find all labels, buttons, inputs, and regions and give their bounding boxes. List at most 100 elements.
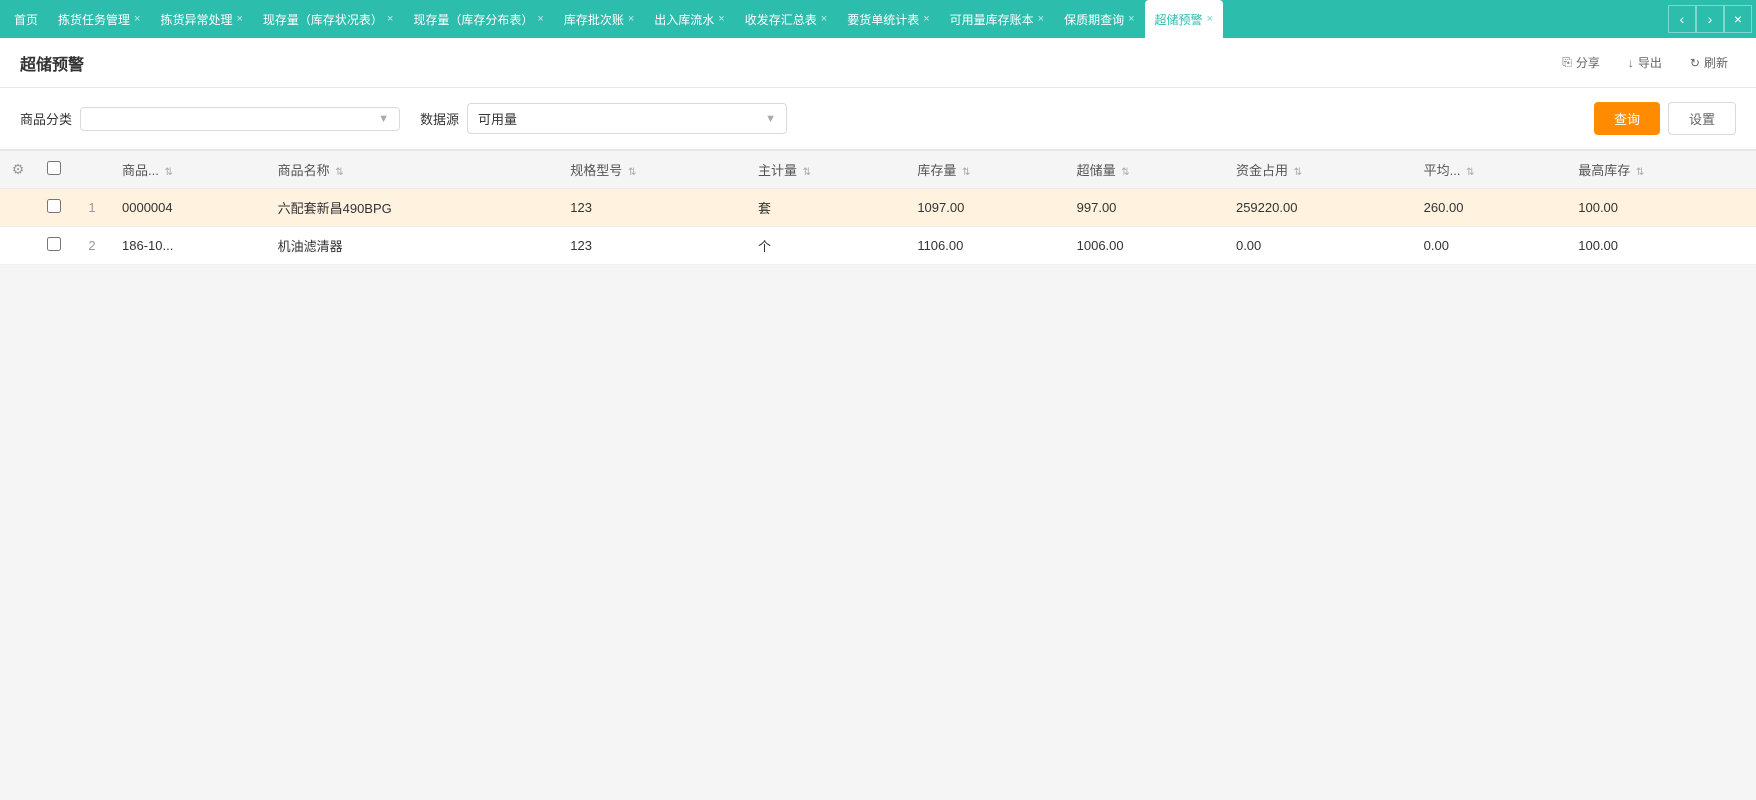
nav-item-collect-summary[interactable]: 收发存汇总表 × (735, 0, 837, 38)
top-nav: 首页 拣货任务管理 × 拣货异常处理 × 现存量（库存状况表） × 现存量（库存… (0, 0, 1756, 38)
row-checkbox-0 (36, 189, 72, 227)
table-header-row: ⚙ 商品... ⇅ 商品名称 ⇅ 规格型号 ⇅ (0, 151, 1756, 189)
filter-area: 商品分类 ▼ 数据源 可用量 ▼ 查询 设置 (0, 88, 1756, 150)
col-header-stock-qty[interactable]: 库存量 ⇅ (907, 151, 1066, 189)
settings-button[interactable]: 设置 (1668, 102, 1736, 135)
row-max-stock-1: 100.00 (1568, 227, 1756, 265)
page-header: 超储预警 ⎘ 分享 ↓ 导出 ↻ 刷新 (0, 38, 1756, 88)
datasource-select[interactable]: 可用量 ▼ (467, 103, 787, 134)
datasource-value: 可用量 (478, 109, 517, 128)
header-actions: ⎘ 分享 ↓ 导出 ↻ 刷新 (1554, 50, 1736, 75)
col-header-sku-name[interactable]: 商品名称 ⇅ (268, 151, 561, 189)
nav-close-inventory-dist[interactable]: × (537, 13, 543, 25)
col-header-avg-price[interactable]: 平均... ⇅ (1414, 151, 1569, 189)
nav-close-task-mgmt[interactable]: × (134, 13, 140, 25)
row-sku-code-0: 0000004 (112, 189, 268, 227)
nav-close-all-button[interactable]: × (1724, 5, 1752, 33)
sort-icon-max-stock: ⇅ (1636, 167, 1644, 178)
col-header-max-stock[interactable]: 最高库存 ⇅ (1568, 151, 1756, 189)
share-icon: ⎘ (1562, 55, 1572, 70)
data-table: ⚙ 商品... ⇅ 商品名称 ⇅ 规格型号 ⇅ (0, 150, 1756, 265)
nav-close-quality-check[interactable]: × (1128, 13, 1134, 25)
row-select-1[interactable] (47, 237, 61, 251)
nav-item-available-account[interactable]: 可用量库存账本 × (940, 0, 1054, 38)
table-area: ⚙ 商品... ⇅ 商品名称 ⇅ 规格型号 ⇅ (0, 150, 1756, 265)
row-sku-name-1: 机油滤清器 (268, 227, 561, 265)
nav-close-collect-summary[interactable]: × (821, 13, 827, 25)
nav-item-batch-account[interactable]: 库存批次账 × (554, 0, 644, 38)
sort-icon-avg-price: ⇅ (1466, 167, 1474, 178)
row-unit-1: 个 (748, 227, 907, 265)
nav-arrows: ‹ › × (1668, 5, 1752, 33)
nav-item-home[interactable]: 首页 (4, 0, 48, 38)
nav-item-task-mgmt[interactable]: 拣货任务管理 × (48, 0, 150, 38)
sort-icon-overstock-qty: ⇅ (1121, 167, 1129, 178)
refresh-button[interactable]: ↻ 刷新 (1682, 50, 1736, 75)
select-all-checkbox[interactable] (47, 161, 61, 175)
sort-icon-sku-code: ⇅ (164, 167, 172, 178)
col-header-spec[interactable]: 规格型号 ⇅ (560, 151, 748, 189)
row-index-0: 1 (72, 189, 112, 227)
nav-item-overstock-warning[interactable]: 超储预警 × (1145, 0, 1223, 38)
query-button[interactable]: 查询 (1594, 102, 1660, 135)
row-index-1: 2 (72, 227, 112, 265)
nav-next-button[interactable]: › (1696, 5, 1724, 33)
category-select[interactable]: ▼ (80, 107, 400, 131)
category-filter-group: 商品分类 ▼ (20, 107, 400, 131)
table-row: 1 0000004 六配套新昌490BPG 123 套 1097.00 997.… (0, 189, 1756, 227)
row-spec-0: 123 (560, 189, 748, 227)
row-avg-price-1: 0.00 (1414, 227, 1569, 265)
category-dropdown-icon: ▼ (378, 113, 389, 125)
col-header-overstock-qty[interactable]: 超储量 ⇅ (1067, 151, 1226, 189)
sort-icon-stock-qty: ⇅ (962, 167, 970, 178)
row-sku-name-0: 六配套新昌490BPG (268, 189, 561, 227)
datasource-filter-group: 数据源 可用量 ▼ (420, 103, 787, 134)
page-title: 超储预警 (20, 51, 84, 75)
nav-prev-button[interactable]: ‹ (1668, 5, 1696, 33)
nav-item-abnormal[interactable]: 拣货异常处理 × (150, 0, 252, 38)
gear-icon[interactable]: ⚙ (12, 161, 25, 177)
col-header-unit[interactable]: 主计量 ⇅ (748, 151, 907, 189)
export-icon: ↓ (1628, 56, 1634, 70)
datasource-dropdown-icon: ▼ (765, 113, 776, 125)
row-overstock-qty-0: 997.00 (1067, 189, 1226, 227)
col-header-checkbox (36, 151, 72, 189)
nav-close-overstock-warning[interactable]: × (1207, 13, 1213, 25)
sort-icon-unit: ⇅ (803, 167, 811, 178)
nav-item-quality-check[interactable]: 保质期查询 × (1054, 0, 1144, 38)
nav-close-inventory-status[interactable]: × (387, 13, 393, 25)
filter-buttons: 查询 设置 (1594, 102, 1736, 135)
row-max-stock-0: 100.00 (1568, 189, 1756, 227)
row-select-0[interactable] (47, 199, 61, 213)
table-body: 1 0000004 六配套新昌490BPG 123 套 1097.00 997.… (0, 189, 1756, 265)
category-label: 商品分类 (20, 109, 72, 128)
refresh-icon: ↻ (1690, 56, 1700, 70)
nav-item-order-stats[interactable]: 要货单统计表 × (837, 0, 939, 38)
row-capital-0: 259220.00 (1226, 189, 1414, 227)
sort-icon-capital: ⇅ (1294, 167, 1302, 178)
nav-item-inout-flow[interactable]: 出入库流水 × (644, 0, 734, 38)
nav-close-batch-account[interactable]: × (628, 13, 634, 25)
datasource-label: 数据源 (420, 109, 459, 128)
nav-item-inventory-status[interactable]: 现存量（库存状况表） × (253, 0, 403, 38)
nav-close-available-account[interactable]: × (1038, 13, 1044, 25)
row-stock-qty-0: 1097.00 (907, 189, 1066, 227)
col-header-sku-code[interactable]: 商品... ⇅ (112, 151, 268, 189)
row-checkbox-1 (36, 227, 72, 265)
col-header-index (72, 151, 112, 189)
nav-close-order-stats[interactable]: × (923, 13, 929, 25)
nav-close-inout-flow[interactable]: × (718, 13, 724, 25)
sort-icon-sku-name: ⇅ (335, 167, 343, 178)
col-header-gear: ⚙ (0, 151, 36, 189)
row-unit-0: 套 (748, 189, 907, 227)
share-button[interactable]: ⎘ 分享 (1554, 50, 1608, 75)
row-stock-qty-1: 1106.00 (907, 227, 1066, 265)
col-header-capital[interactable]: 资金占用 ⇅ (1226, 151, 1414, 189)
row-spec-1: 123 (560, 227, 748, 265)
nav-close-abnormal[interactable]: × (236, 13, 242, 25)
row-sku-code-1: 186-10... (112, 227, 268, 265)
export-button[interactable]: ↓ 导出 (1620, 50, 1670, 75)
row-gear-0 (0, 189, 36, 227)
nav-item-inventory-dist[interactable]: 现存量（库存分布表） × (403, 0, 553, 38)
row-gear-1 (0, 227, 36, 265)
